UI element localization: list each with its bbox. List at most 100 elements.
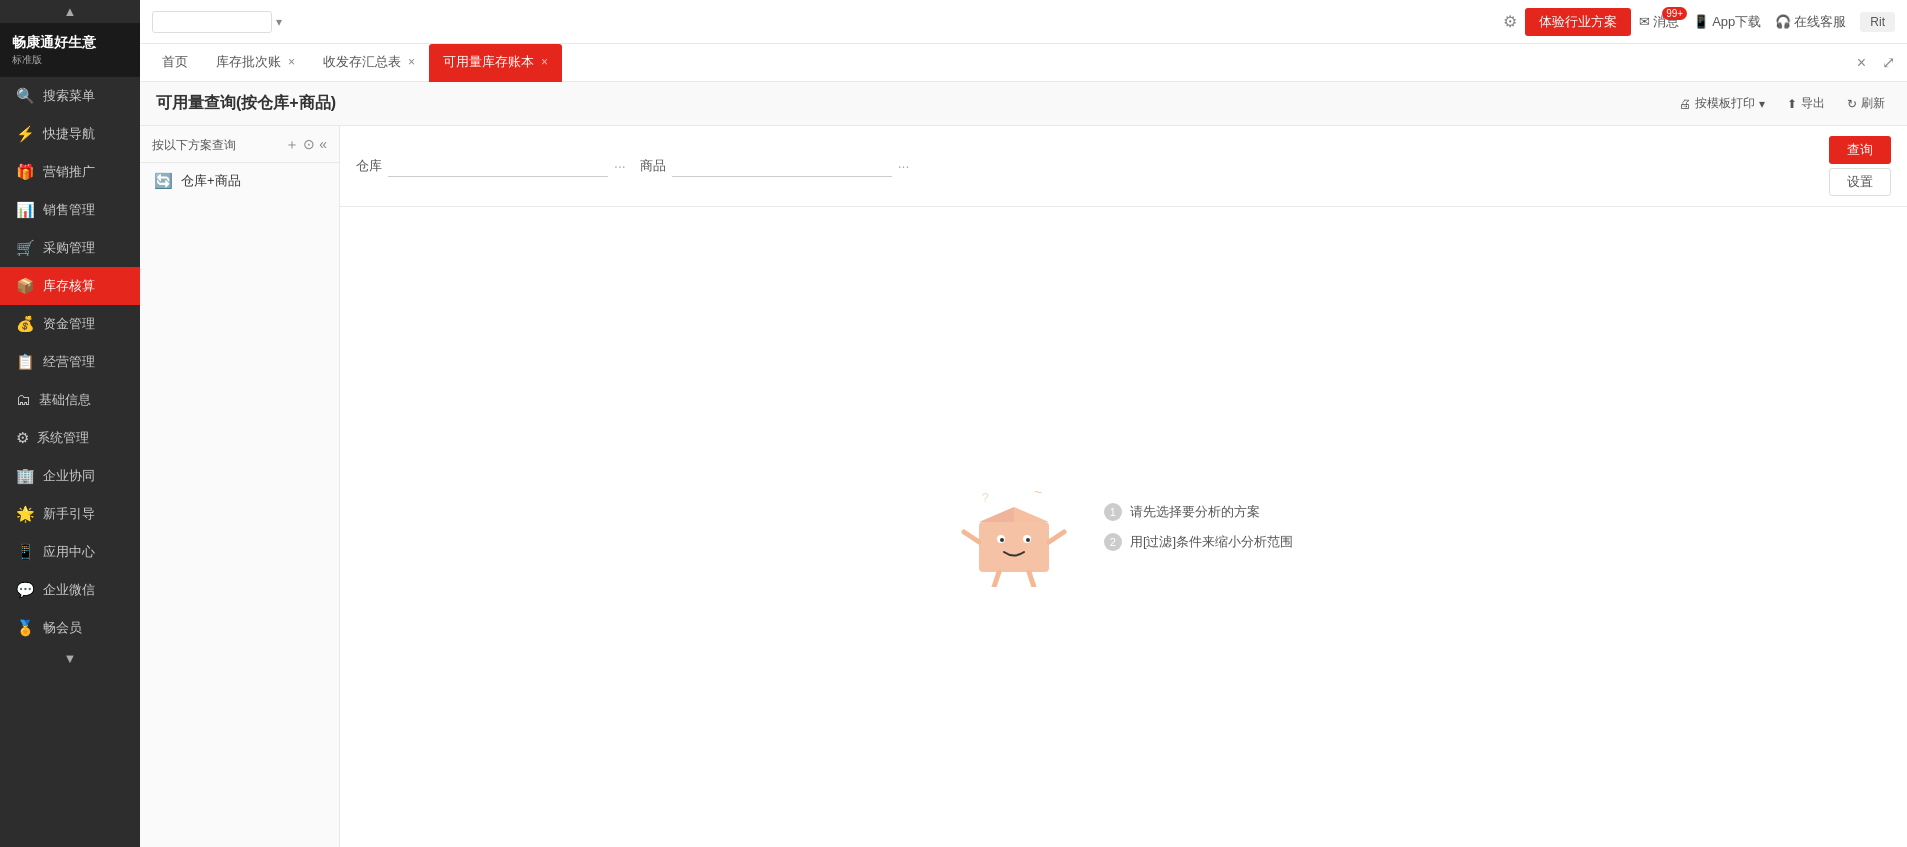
sidebar-item-label: 销售管理 (43, 201, 95, 219)
tab-available-label: 可用量库存账本 (443, 53, 534, 71)
page-header: 可用量查询(按仓库+商品) 🖨 按模板打印 ▾ ⬆ 导出 ↻ 刷新 (140, 82, 1907, 126)
member-icon: 🏅 (16, 619, 35, 637)
sidebar-scroll-down[interactable]: ▼ (0, 647, 140, 670)
sidebar-item-guide[interactable]: 🌟 新手引导 (0, 495, 140, 533)
sidebar-item-label: 新手引导 (43, 505, 95, 523)
sidebar-item-sales[interactable]: 📊 销售管理 (0, 191, 140, 229)
warehouse-more-icon[interactable]: ··· (614, 158, 626, 174)
tab-summary[interactable]: 收发存汇总表 × (309, 44, 429, 82)
warehouse-goods-icon: 🔄 (154, 172, 173, 190)
page-actions: 🖨 按模板打印 ▾ ⬆ 导出 ↻ 刷新 (1673, 92, 1891, 115)
warehouse-input[interactable] (388, 155, 608, 177)
service-wrap[interactable]: 🎧 在线客服 (1775, 13, 1846, 31)
sidebar-item-purchase[interactable]: 🛒 采购管理 (0, 229, 140, 267)
tip-item-1: 1 请先选择要分析的方案 (1104, 503, 1293, 521)
export-label: 导出 (1801, 95, 1825, 112)
msg-icon-wrap[interactable]: ✉ 消息 99+ (1639, 13, 1679, 31)
breadcrumb-dropdown-icon[interactable]: ▾ (276, 15, 282, 29)
system-icon: ⚙ (16, 429, 29, 447)
goods-more-icon[interactable]: ··· (898, 158, 910, 174)
filter-collapse-icon[interactable]: « (319, 136, 327, 154)
tab-available[interactable]: 可用量库存账本 × (429, 44, 562, 82)
tip-num-1: 1 (1104, 503, 1122, 521)
sales-icon: 📊 (16, 201, 35, 219)
query-bar: 仓库 ··· 商品 ··· 查询 设置 (340, 126, 1907, 207)
marketing-icon: 🎁 (16, 163, 35, 181)
tab-home[interactable]: 首页 (148, 44, 202, 82)
search-icon: 🔍 (16, 87, 35, 105)
main-area: ▾ ⚙ 体验行业方案 ✉ 消息 99+ 📱 App下载 🎧 在线客服 Rit 首… (140, 0, 1907, 847)
svg-line-9 (994, 572, 999, 587)
export-btn[interactable]: ⬆ 导出 (1781, 92, 1831, 115)
sidebar-item-label: 采购管理 (43, 239, 95, 257)
tab-batch[interactable]: 库存批次账 × (202, 44, 309, 82)
sidebar-item-label: 应用中心 (43, 543, 95, 561)
refresh-label: 刷新 (1861, 95, 1885, 112)
sidebar-item-search[interactable]: 🔍 搜索菜单 (0, 77, 140, 115)
sidebar-item-marketing[interactable]: 🎁 营销推广 (0, 153, 140, 191)
user-profile[interactable]: Rit (1860, 12, 1895, 32)
sidebar-item-label: 快捷导航 (43, 125, 95, 143)
tabs-bar: 首页 库存批次账 × 收发存汇总表 × 可用量库存账本 × × ⤢ (140, 44, 1907, 82)
tab-batch-close[interactable]: × (288, 55, 295, 69)
svg-line-8 (1049, 532, 1064, 542)
headset-icon: 🎧 (1775, 14, 1791, 29)
app-download-wrap[interactable]: 📱 App下载 (1693, 13, 1761, 31)
filter-panel: 按以下方案查询 ＋ ⊙ « 🔄 仓库+商品 (140, 126, 340, 847)
tab-batch-label: 库存批次账 (216, 53, 281, 71)
filter-item-warehouse-goods[interactable]: 🔄 仓库+商品 (140, 163, 339, 199)
tab-summary-label: 收发存汇总表 (323, 53, 401, 71)
maximize-tab-btn[interactable]: ⤢ (1878, 51, 1899, 74)
topbar: ▾ ⚙ 体验行业方案 ✉ 消息 99+ 📱 App下载 🎧 在线客服 Rit (140, 0, 1907, 44)
sidebar-item-label: 企业协同 (43, 467, 95, 485)
print-btn[interactable]: 🖨 按模板打印 ▾ (1673, 92, 1771, 115)
goods-input[interactable] (672, 155, 892, 177)
tip-num-2: 2 (1104, 533, 1122, 551)
wechat-icon: 💬 (16, 581, 35, 599)
svg-line-7 (964, 532, 979, 542)
page-title: 可用量查询(按仓库+商品) (156, 93, 336, 114)
goods-label: 商品 (640, 157, 666, 175)
close-tab-btn[interactable]: × (1853, 52, 1870, 74)
sidebar-item-member[interactable]: 🏅 畅会员 (0, 609, 140, 647)
topbar-breadcrumb: ▾ (152, 11, 1495, 33)
print-dropdown-icon[interactable]: ▾ (1759, 97, 1765, 111)
sidebar-item-shortcut[interactable]: ⚡ 快捷导航 (0, 115, 140, 153)
service-label: 在线客服 (1794, 13, 1846, 31)
msg-badge: 99+ (1662, 7, 1687, 20)
query-btn[interactable]: 查询 (1829, 136, 1891, 164)
goods-field: 商品 ··· (640, 155, 910, 177)
filter-item-label: 仓库+商品 (181, 172, 241, 190)
sidebar-logo: 畅康通好生意 标准版 (0, 23, 140, 77)
sidebar-item-enterprise[interactable]: 🏢 企业协同 (0, 457, 140, 495)
sidebar-item-finance[interactable]: 💰 资金管理 (0, 305, 140, 343)
sidebar-item-operations[interactable]: 📋 经营管理 (0, 343, 140, 381)
shortcut-icon: ⚡ (16, 125, 35, 143)
sidebar-item-wechat[interactable]: 💬 企业微信 (0, 571, 140, 609)
tab-summary-close[interactable]: × (408, 55, 415, 69)
topbar-gear-icon[interactable]: ⚙ (1503, 12, 1517, 31)
empty-tips: 1 请先选择要分析的方案 2 用[过滤]条件来缩小分析范围 (1104, 503, 1293, 551)
warehouse-field: 仓库 ··· (356, 155, 626, 177)
tab-available-close[interactable]: × (541, 55, 548, 69)
topbar-search-input[interactable] (152, 11, 272, 33)
refresh-btn[interactable]: ↻ 刷新 (1841, 92, 1891, 115)
sidebar-item-system[interactable]: ⚙ 系统管理 (0, 419, 140, 457)
sidebar-item-label: 资金管理 (43, 315, 95, 333)
svg-marker-1 (979, 507, 1014, 522)
print-icon: 🖨 (1679, 97, 1691, 111)
svg-text:?: ? (982, 491, 989, 505)
sidebar-item-basic[interactable]: 🗂 基础信息 (0, 381, 140, 419)
empty-state: ~ ? 1 请先选择要分析的方案 2 用[过滤]条件来缩小分析范围 (340, 207, 1907, 847)
trial-btn[interactable]: 体验行业方案 (1525, 8, 1631, 36)
sidebar-item-inventory[interactable]: 📦 库存核算 (0, 267, 140, 305)
empty-illustration: ~ ? (954, 467, 1074, 587)
sidebar-item-appcenter[interactable]: 📱 应用中心 (0, 533, 140, 571)
setting-btn[interactable]: 设置 (1829, 168, 1891, 196)
guide-icon: 🌟 (16, 505, 35, 523)
filter-settings-icon[interactable]: ⊙ (303, 136, 315, 154)
filter-add-icon[interactable]: ＋ (285, 136, 299, 154)
sidebar-item-label: 企业微信 (43, 581, 95, 599)
svg-line-10 (1029, 572, 1034, 587)
sidebar-scroll-up[interactable]: ▲ (0, 0, 140, 23)
